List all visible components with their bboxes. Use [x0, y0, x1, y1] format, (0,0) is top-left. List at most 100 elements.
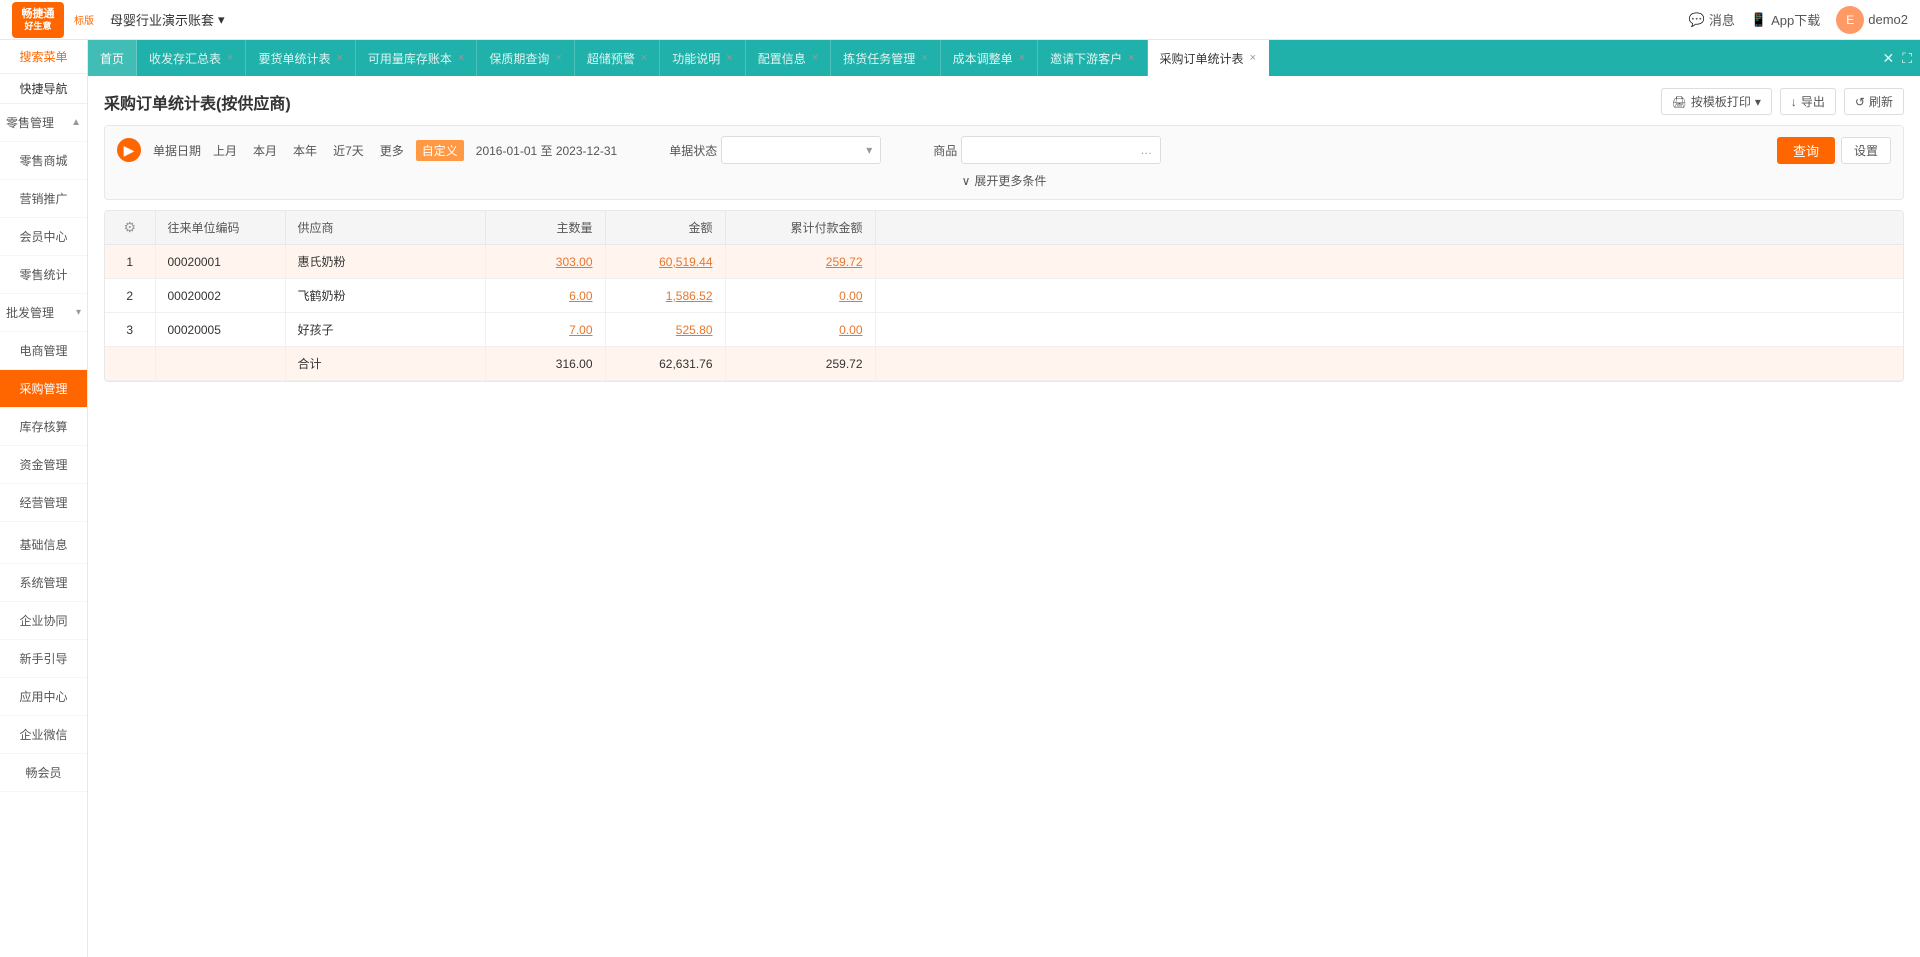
date-last-7days[interactable]: 近7天: [327, 140, 370, 161]
avatar: E: [1836, 6, 1864, 34]
tab-order-stat[interactable]: 要货单统计表 ×: [246, 40, 355, 76]
summary-extra: [875, 347, 1903, 381]
td-extra: [875, 245, 1903, 279]
tab-invite[interactable]: 邀请下游客户 ×: [1038, 40, 1147, 76]
column-settings-icon[interactable]: ⚙: [123, 219, 136, 235]
refresh-icon: ↺: [1855, 95, 1865, 109]
sidebar-item-wholesale[interactable]: 批发管理 ▾: [0, 294, 87, 332]
settings-button[interactable]: 设置: [1841, 137, 1891, 164]
close-tab-overstock[interactable]: ×: [641, 52, 647, 64]
tab-collect[interactable]: 收发存汇总表 ×: [137, 40, 246, 76]
date-more[interactable]: 更多: [374, 140, 410, 161]
summary-paid: 259.72: [725, 347, 875, 381]
sidebar-item-retail[interactable]: 零售管理 ▲: [0, 104, 87, 142]
close-tab-picking[interactable]: ×: [921, 52, 927, 64]
sidebar-item-enterprise[interactable]: 企业协同: [0, 602, 87, 640]
table-row[interactable]: 2 00020002 飞鹤奶粉 6.00 1,586.52 0.00: [105, 279, 1903, 313]
th-supplier: 供应商: [285, 211, 485, 245]
status-select[interactable]: ▾: [721, 136, 881, 164]
expand-row: ∨ 展开更多条件: [117, 172, 1891, 189]
expand-conditions-button[interactable]: ∨ 展开更多条件: [962, 172, 1047, 189]
td-amount: 1,586.52: [605, 279, 725, 313]
sidebar-item-basic-info[interactable]: 基础信息: [0, 526, 87, 564]
tab-overstock[interactable]: 超储预警 ×: [575, 40, 660, 76]
close-tab-inventory-book[interactable]: ×: [458, 52, 464, 64]
sidebar-item-member[interactable]: 畅会员: [0, 754, 87, 792]
goods-filter-label: 商品: [933, 142, 957, 159]
sidebar-item-retail-stats[interactable]: 零售统计: [0, 256, 87, 294]
sidebar-shortcut[interactable]: 快捷导航: [0, 74, 87, 104]
export-button[interactable]: ↓ 导出: [1780, 88, 1836, 115]
goods-input[interactable]: …: [961, 136, 1161, 164]
user-menu[interactable]: E demo2: [1836, 6, 1908, 34]
org-selector[interactable]: 母婴行业演示账套 ▾: [102, 10, 233, 29]
tab-picking[interactable]: 拣货任务管理 ×: [831, 40, 940, 76]
sidebar-item-purchase[interactable]: 采购管理: [0, 370, 87, 408]
td-amount: 525.80: [605, 313, 725, 347]
topbar: 畅捷通 好生意 标版 母婴行业演示账套 ▾ 💬 消息 📱 App下载 E dem…: [0, 0, 1920, 40]
sidebar-item-members[interactable]: 会员中心: [0, 218, 87, 256]
table-row[interactable]: 1 00020001 惠氏奶粉 303.00 60,519.44 259.72: [105, 245, 1903, 279]
close-tab-cost-adj[interactable]: ×: [1019, 52, 1025, 64]
refresh-button[interactable]: ↺ 刷新: [1844, 88, 1904, 115]
summary-empty-code: [155, 347, 285, 381]
close-tab-invite[interactable]: ×: [1128, 52, 1134, 64]
tab-purchase-stat[interactable]: 采购订单统计表 ×: [1148, 40, 1269, 76]
sidebar-item-retail-mall[interactable]: 零售商城: [0, 142, 87, 180]
tab-end-actions: ✕ ⛶: [1874, 50, 1920, 67]
close-tab-collect[interactable]: ×: [227, 52, 233, 64]
topbar-left: 畅捷通 好生意 标版 母婴行业演示账套 ▾: [12, 2, 233, 38]
chevron-down-icon: ▾: [1755, 95, 1761, 109]
sidebar-item-system[interactable]: 系统管理: [0, 564, 87, 602]
message-button[interactable]: 💬 消息: [1689, 10, 1735, 29]
close-tab-config[interactable]: ×: [812, 52, 818, 64]
date-this-year[interactable]: 本年: [287, 140, 323, 161]
sidebar-item-newbie[interactable]: 新手引导: [0, 640, 87, 678]
chevron-down-icon: ∨: [962, 174, 971, 188]
sidebar-item-ecommerce[interactable]: 电商管理: [0, 332, 87, 370]
maximize-button[interactable]: ⛶: [1902, 50, 1912, 67]
tab-home[interactable]: 首页: [88, 40, 137, 76]
tab-inventory-book[interactable]: 可用量库存账本 ×: [356, 40, 477, 76]
date-filter-label: 单据日期: [153, 142, 201, 159]
th-amount: 金额: [605, 211, 725, 245]
td-supplier: 飞鹤奶粉: [285, 279, 485, 313]
chevron-down-icon: ▾: [866, 143, 872, 157]
filter-toggle-button[interactable]: ▶: [117, 138, 141, 162]
sidebar-item-finance[interactable]: 资金管理: [0, 446, 87, 484]
th-extra: [875, 211, 1903, 245]
app-download-button[interactable]: 📱 App下载: [1751, 10, 1820, 29]
more-icon: …: [1140, 143, 1152, 157]
close-tab-purchase-stat[interactable]: ×: [1250, 52, 1256, 64]
sidebar-search[interactable]: 搜索菜单: [0, 40, 87, 74]
sidebar: 搜索菜单 快捷导航 零售管理 ▲ 零售商城 营销推广 会员中心 零售统计 批发管…: [0, 40, 88, 957]
close-tab-instructions[interactable]: ×: [726, 52, 732, 64]
date-range-group: 2016-01-01 至 2023-12-31: [476, 142, 617, 159]
td-no: 2: [105, 279, 155, 313]
date-range-display: 2016-01-01 至 2023-12-31: [476, 142, 617, 159]
close-all-tabs-button[interactable]: ✕: [1882, 50, 1894, 67]
tab-cost-adj[interactable]: 成本调整单 ×: [941, 40, 1038, 76]
sidebar-item-marketing[interactable]: 营销推广: [0, 180, 87, 218]
close-tab-expiry[interactable]: ×: [555, 52, 561, 64]
tab-instructions[interactable]: 功能说明 ×: [660, 40, 745, 76]
sidebar-item-wechat[interactable]: 企业微信: [0, 716, 87, 754]
date-last-month[interactable]: 上月: [207, 140, 243, 161]
tab-config[interactable]: 配置信息 ×: [746, 40, 831, 76]
td-paid: 0.00: [725, 279, 875, 313]
td-code: 00020001: [155, 245, 285, 279]
sidebar-item-inventory-check[interactable]: 库存核算: [0, 408, 87, 446]
sidebar-item-ops[interactable]: 经营管理: [0, 484, 87, 522]
date-this-month[interactable]: 本月: [247, 140, 283, 161]
tab-expiry[interactable]: 保质期查询 ×: [477, 40, 574, 76]
sidebar-item-appcenter[interactable]: 应用中心: [0, 678, 87, 716]
main-area: 首页 收发存汇总表 × 要货单统计表 × 可用量库存账本 × 保质期查询 × 超…: [88, 40, 1920, 957]
template-print-button[interactable]: 🖨 按模板打印 ▾: [1661, 88, 1772, 115]
date-custom-badge[interactable]: 自定义: [416, 140, 464, 161]
table-row[interactable]: 3 00020005 好孩子 7.00 525.80 0.00: [105, 313, 1903, 347]
close-tab-order-stat[interactable]: ×: [336, 52, 342, 64]
status-filter-label: 单据状态: [669, 142, 717, 159]
date-filter-group: 单据日期 上月 本月 本年 近7天 更多 自定义: [153, 140, 464, 161]
query-button[interactable]: 查询: [1777, 137, 1835, 164]
th-settings[interactable]: ⚙: [105, 211, 155, 245]
